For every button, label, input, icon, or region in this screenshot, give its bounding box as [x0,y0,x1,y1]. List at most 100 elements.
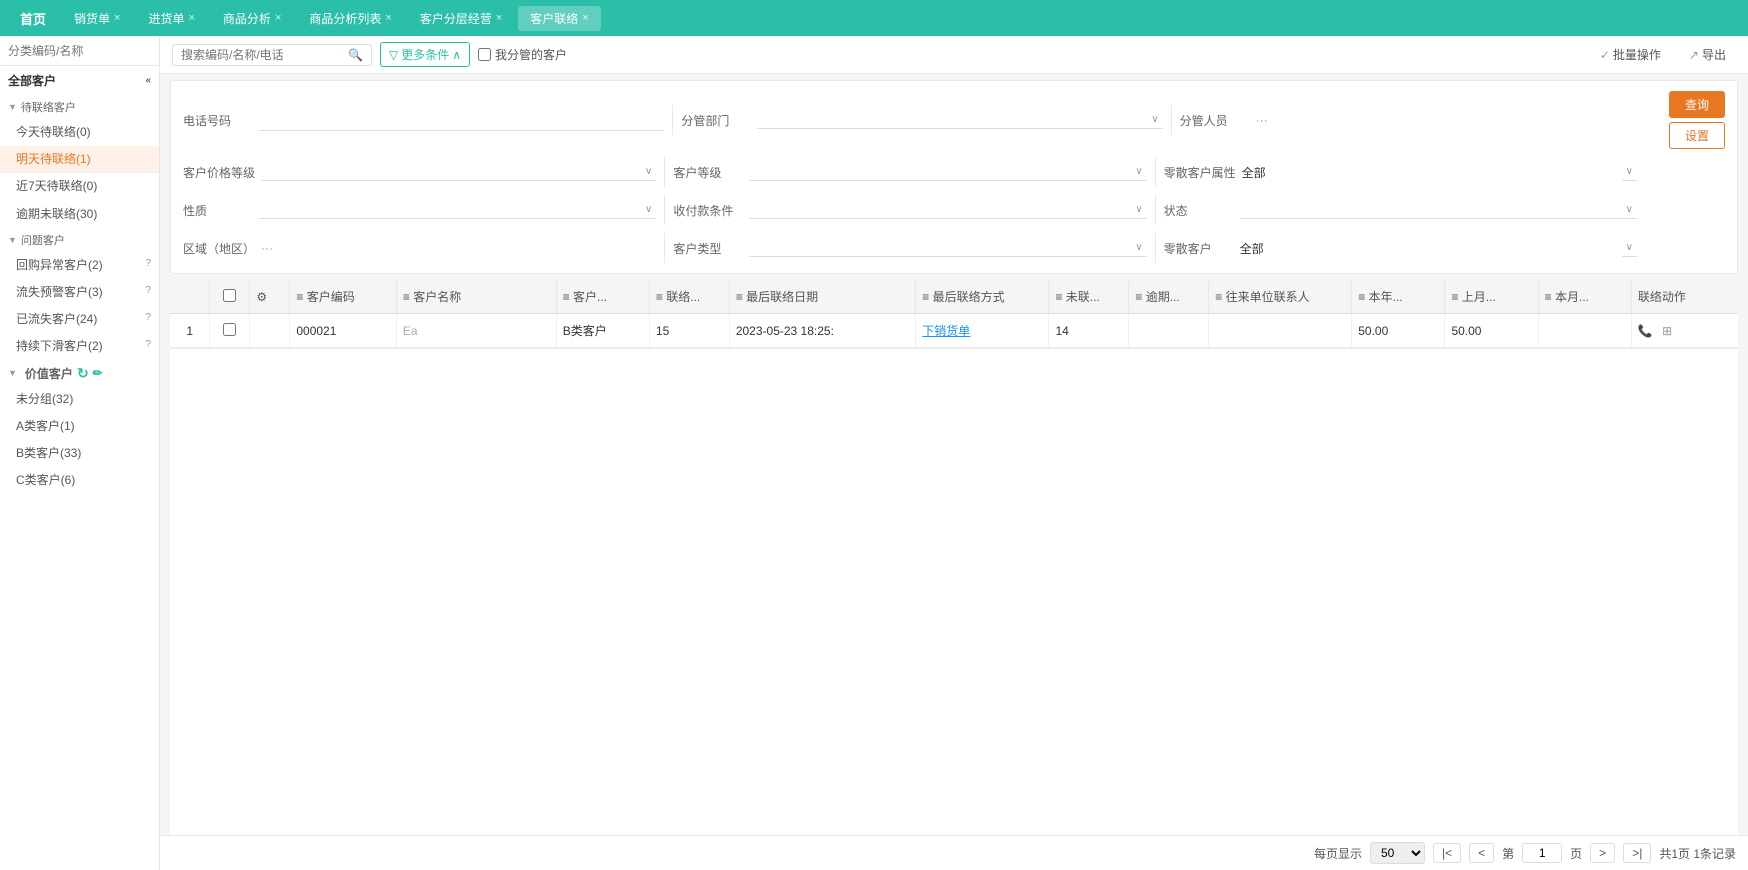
close-customer-contact-icon[interactable]: × [582,12,588,24]
filter-customer-level-select[interactable]: ∨ [749,163,1146,181]
sidebar-search-input[interactable] [8,44,160,58]
filter-region-ellipsis[interactable]: ··· [261,241,273,255]
col-header-overdue[interactable]: ≡ 逾期... [1129,280,1209,314]
sidebar-item-class-a[interactable]: A类客户(1) [0,413,159,440]
nav-purchase-order[interactable]: 进货单 × [136,6,206,31]
cell-last-way[interactable]: 下销货单 [916,314,1049,348]
next-page-btn[interactable]: > [1590,843,1615,863]
my-customers-check[interactable] [478,48,491,61]
sidebar-item-class-c[interactable]: C类客户(6) [0,467,159,494]
search-box: 🔍 [172,44,372,66]
sidebar-item-overdue[interactable]: 逾期未联络(30) [0,201,159,228]
search-icon[interactable]: 🔍 [348,48,363,62]
sidebar-group-value[interactable]: 价值客户 ↻ ✏ [0,361,159,386]
filter-payment-select[interactable]: ∨ [749,201,1146,219]
col-header-this-month[interactable]: ≡ 本月... [1538,280,1631,314]
filter-dept-select[interactable]: ∨ [757,111,1162,129]
nav-product-analysis-list[interactable]: 商品分析列表 × [297,6,403,31]
prev-page-btn[interactable]: < [1469,843,1494,863]
sidebar-group-problem[interactable]: 问题客户 [0,228,159,252]
cell-check[interactable] [210,314,250,348]
sidebar-item-churn-warning[interactable]: 流失预警客户(3)? [0,279,159,306]
phone-icon[interactable]: 📞 [1638,324,1653,338]
settings-gear-icon[interactable]: ⚙ [256,290,267,304]
nav-sales-order[interactable]: 销货单 × [62,6,132,31]
filter-price-level-select[interactable]: ∨ [261,163,656,181]
col-header-code[interactable]: ≡ 客户编码 [290,280,397,314]
filter-phone-input[interactable] [259,110,664,131]
collapse-icon: « [145,75,151,86]
refresh-icon[interactable]: ↻ [77,365,89,382]
nav-customer-segment[interactable]: 客户分层经营 × [408,6,514,31]
filter-icon: ▽ [389,48,398,62]
col-header-not-contact[interactable]: ≡ 未联... [1049,280,1129,314]
col-header-check[interactable] [210,280,250,314]
per-page-select[interactable]: 50 100 200 [1370,842,1425,864]
filter-status: 状态 ∨ [1164,201,1637,219]
close-customer-segment-icon[interactable]: × [496,12,502,24]
col-header-last-month[interactable]: ≡ 上月... [1445,280,1538,314]
page-number-input[interactable] [1522,843,1562,863]
col-header-this-year[interactable]: ≡ 本年... [1352,280,1445,314]
sidebar-item-7days[interactable]: 近7天待联络(0) [0,173,159,200]
batch-op-btn[interactable]: ✓ 批量操作 [1590,43,1671,66]
top-nav: 首页 销货单 × 进货单 × 商品分析 × 商品分析列表 × 客户分层经营 × … [0,0,1748,36]
export-btn[interactable]: ↗ 导出 [1679,43,1736,66]
sidebar-item-class-b[interactable]: B类客户(33) [0,440,159,467]
filter-scatter-select[interactable]: ∨ [1622,239,1637,257]
table-scroll[interactable]: ⚙ ≡ 客户编码 ≡ 客户名称 ≡ 客户... ≡ 联络... ≡ 最后联络日期… [170,280,1738,349]
more-conditions-btn[interactable]: ▽ 更多条件 ∧ [380,42,470,67]
select-all-checkbox[interactable] [223,289,236,302]
close-product-analysis-icon[interactable]: × [275,12,281,24]
close-sales-order-icon[interactable]: × [114,12,120,24]
sidebar-item-today[interactable]: 今天待联络(0) [0,119,159,146]
last-page-btn[interactable]: >| [1623,843,1651,863]
my-customers-checkbox[interactable]: 我分管的客户 [478,46,567,63]
total-label: 共1页 1条记录 [1659,845,1736,862]
chevron-down-icon-5: ∨ [645,204,652,215]
filter-row-2: 客户价格等级 ∨ 客户等级 ∨ 零散客户属性 全部 [183,157,1725,187]
nav-customer-contact[interactable]: 客户联络 × [518,6,600,31]
sidebar-item-churned[interactable]: 已流失客户(24)? [0,306,159,333]
filter-scatter-attr-select[interactable]: ∨ [1622,163,1637,181]
close-product-analysis-list-icon[interactable]: × [385,12,391,24]
chevron-down-icon: ∨ [1151,114,1158,125]
filter-phone: 电话号码 [183,110,664,131]
sidebar-item-repurchase-abnormal[interactable]: 回购异常客户(2)? [0,252,159,279]
filter-customer-type-label: 客户类型 [673,240,743,257]
col-header-unit-contact[interactable]: ≡ 往来单位联系人 [1209,280,1352,314]
table-row: 1 000021 Ea B类客户 15 2023-05-23 18:25: 下销… [170,314,1738,348]
chevron-down-icon-8: ∨ [1135,242,1142,253]
nav-home[interactable]: 首页 [8,5,58,32]
sidebar-item-declining[interactable]: 持续下滑客户(2)? [0,333,159,360]
col-header-type[interactable]: ≡ 客户... [556,280,649,314]
all-customers-header[interactable]: 全部客户 « [0,66,159,95]
last-way-link[interactable]: 下销货单 [922,324,970,338]
search-input[interactable] [181,48,344,62]
filter-customer-type-select[interactable]: ∨ [749,239,1146,257]
filter-status-select[interactable]: ∨ [1240,201,1637,219]
sidebar-item-unclassified[interactable]: 未分组(32) [0,386,159,413]
cell-contact: 15 [649,314,729,348]
settings-btn[interactable]: 设置 [1669,122,1725,149]
col-header-name[interactable]: ≡ 客户名称 [396,280,556,314]
row-checkbox[interactable] [223,323,236,336]
sidebar-item-tomorrow[interactable]: 明天待联络(1) [0,146,159,173]
grid-icon[interactable]: ⊞ [1662,324,1672,338]
nav-product-analysis[interactable]: 商品分析 × [211,6,293,31]
col-header-last-way[interactable]: ≡ 最后联络方式 [916,280,1049,314]
filter-manager-ellipsis[interactable]: ··· [1256,113,1268,127]
col-header-gear[interactable]: ⚙ [250,280,290,314]
sidebar-group-pending[interactable]: 待联络客户 [0,95,159,119]
edit-icon[interactable]: ✏ [93,366,103,380]
col-header-last-date[interactable]: ≡ 最后联络日期 [729,280,915,314]
filter-nature-select[interactable]: ∨ [259,201,656,219]
first-page-btn[interactable]: |< [1433,843,1461,863]
close-purchase-order-icon[interactable]: × [188,12,194,24]
col-header-contact[interactable]: ≡ 联络... [649,280,729,314]
cell-overdue [1129,314,1209,348]
query-btn[interactable]: 查询 [1669,91,1725,118]
col-header-action[interactable]: 联络动作 [1631,280,1738,314]
page-label: 第 [1502,845,1514,862]
filter-bar: 🔍 ▽ 更多条件 ∧ 我分管的客户 ✓ 批量操作 ↗ 导出 [160,36,1748,74]
